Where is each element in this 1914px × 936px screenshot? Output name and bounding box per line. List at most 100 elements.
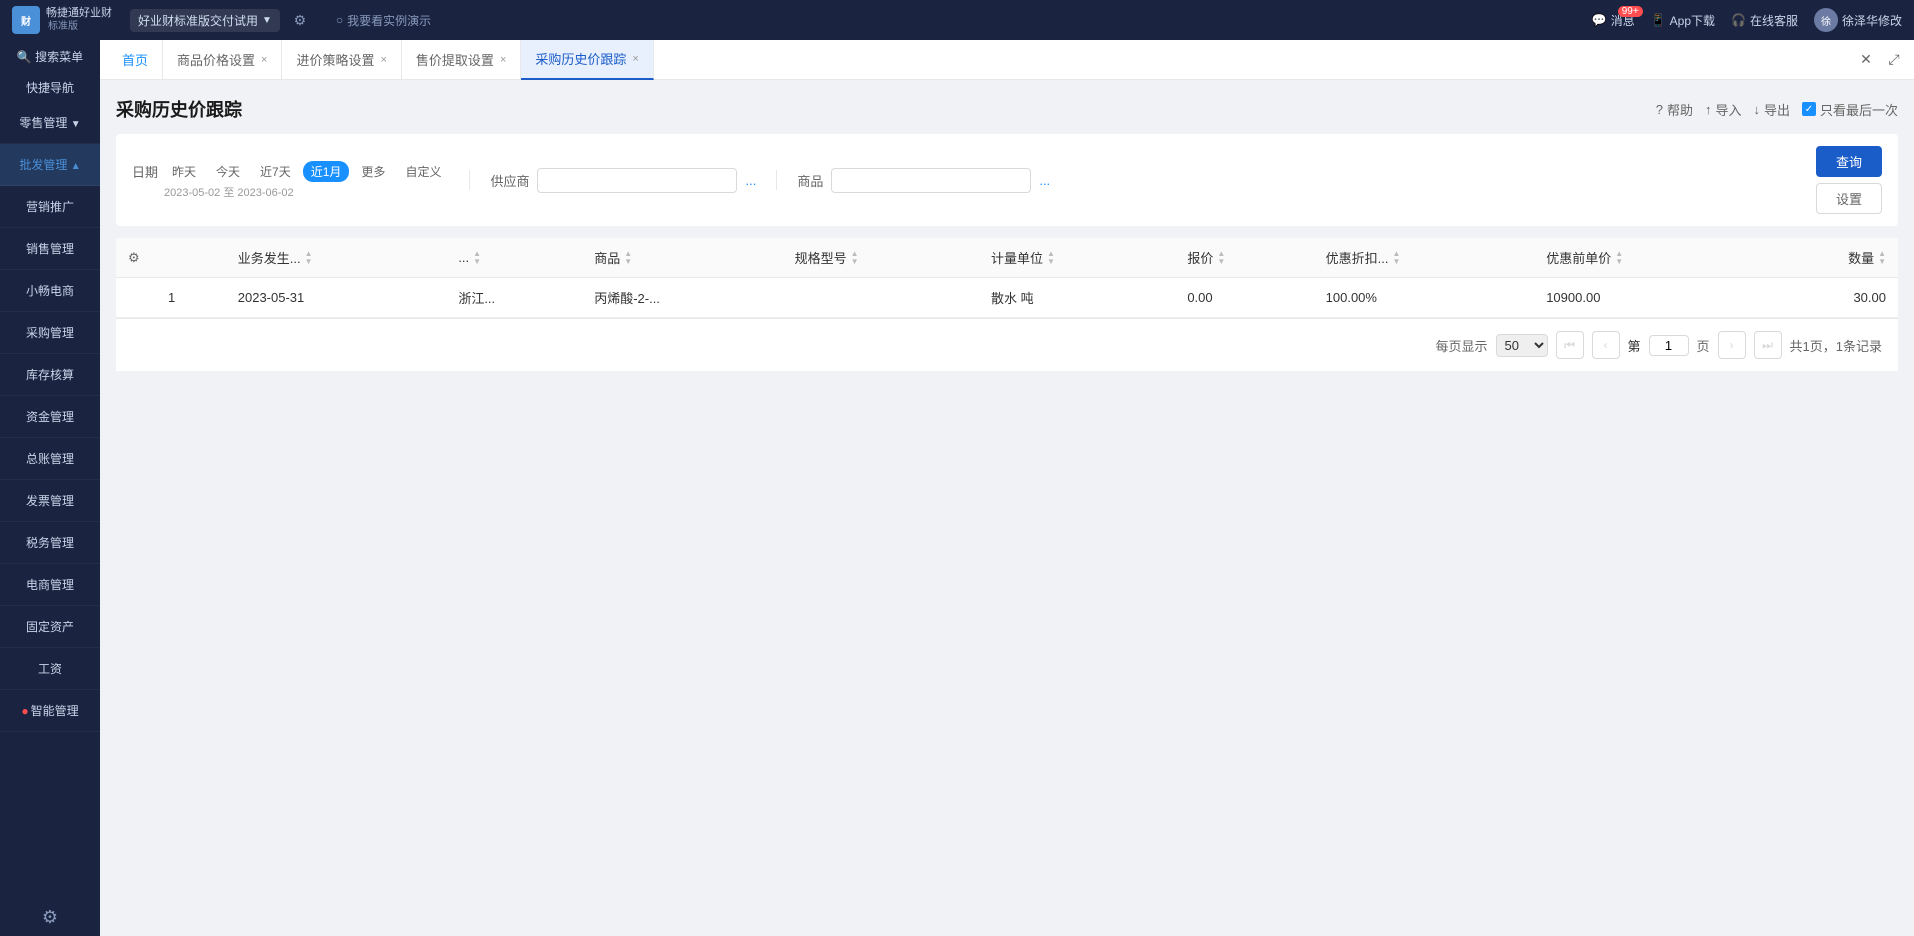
edition-selector[interactable]: 好业财标准版交付试用 ▼	[130, 9, 280, 32]
sidebar-item-finance[interactable]: 资金管理	[0, 396, 100, 438]
first-page-button[interactable]: ⏮	[1556, 331, 1584, 359]
page-number-input[interactable]	[1649, 335, 1689, 356]
td-business-date: 2023-05-31	[226, 278, 447, 318]
app-download-button[interactable]: 📱 App下载	[1651, 12, 1715, 29]
supplier-filter: 供应商 ...	[490, 168, 756, 193]
export-button[interactable]: ↓ 导出	[1753, 100, 1790, 119]
message-icon: 💬	[1592, 13, 1607, 27]
page-header: 采购历史价跟踪 ? 帮助 ↑ 导入 ↓ 导出	[116, 96, 1898, 122]
user-info[interactable]: 徐 徐泽华修改	[1814, 8, 1902, 32]
per-page-select[interactable]: 50 100 200	[1496, 334, 1548, 357]
th-business-date[interactable]: 业务发生... ▲▼	[226, 238, 447, 278]
demo-link[interactable]: ○ 我要看实例演示	[336, 12, 431, 29]
content-area: 首页 商品价格设置 × 进价策略设置 × 售价提取设置 × 采购历史价跟踪 × …	[100, 40, 1914, 936]
td-spec	[783, 278, 979, 318]
last-page-button[interactable]: ⏭	[1754, 331, 1782, 359]
header-left: 财 畅捷通好业财 标准版 好业财标准版交付试用 ▼ ⚙ ○ 我要看实例演示	[12, 6, 431, 34]
tab-home[interactable]: 首页	[108, 40, 163, 80]
date-yesterday[interactable]: 昨天	[164, 161, 204, 182]
tab-close-price-settings[interactable]: ×	[261, 54, 267, 66]
tab-close-selling-price[interactable]: ×	[500, 54, 506, 66]
td-pre-discount-price: 10900.00	[1534, 278, 1759, 318]
sidebar-search[interactable]: 🔍 搜索菜单	[0, 40, 100, 73]
pagination: 每页显示 50 100 200 ⏮ ‹ 第 页 › ⏭ 共1页，1条记录	[116, 318, 1898, 371]
th-discount-label: 优惠折扣...	[1326, 248, 1389, 267]
sidebar-item-invoice[interactable]: 发票管理	[0, 480, 100, 522]
tab-purchase-strategy[interactable]: 进价策略设置 ×	[282, 40, 401, 80]
sidebar-item-sales[interactable]: 销售管理	[0, 228, 100, 270]
edition-settings-icon[interactable]: ⚙	[288, 8, 312, 32]
sidebar-quick-nav[interactable]: 快捷导航	[0, 73, 100, 102]
date-custom[interactable]: 自定义	[397, 161, 449, 182]
next-page-button[interactable]: ›	[1718, 331, 1746, 359]
date-range-text: 2023-05-02 至 2023-06-02	[164, 184, 294, 200]
th-unit[interactable]: 计量单位 ▲▼	[979, 238, 1175, 278]
sidebar-settings-button[interactable]: ⚙	[0, 899, 100, 936]
th-pre-discount-price[interactable]: 优惠前单价 ▲▼	[1534, 238, 1759, 278]
chevron-down-icon: ▼	[262, 15, 272, 26]
query-button[interactable]: 查询	[1816, 146, 1882, 177]
sidebar-item-purchase[interactable]: 采购管理	[0, 312, 100, 354]
sidebar-item-retail[interactable]: 零售管理 ▼	[0, 102, 100, 144]
top-header: 财 畅捷通好业财 标准版 好业财标准版交付试用 ▼ ⚙ ○ 我要看实例演示 💬 …	[0, 0, 1914, 40]
chevron-up-icon: ▲	[71, 161, 81, 172]
sidebar-item-marketing[interactable]: 营销推广	[0, 186, 100, 228]
sidebar-item-intelligent[interactable]: ●智能管理	[0, 690, 100, 732]
tab-close-all-button[interactable]: ✕	[1854, 48, 1878, 72]
sidebar-item-ecommerce[interactable]: 电商管理	[0, 564, 100, 606]
td-price: 0.00	[1175, 278, 1313, 318]
sidebar-item-inventory[interactable]: 库存核算	[0, 354, 100, 396]
tab-expand-button[interactable]: ⤢	[1882, 48, 1906, 72]
tab-close-purchase-history[interactable]: ×	[632, 53, 638, 65]
tab-purchase-history[interactable]: 采购历史价跟踪 ×	[521, 40, 653, 80]
import-button[interactable]: ↑ 导入	[1705, 100, 1742, 119]
td-quantity: 30.00	[1760, 278, 1898, 318]
th-unit-label: 计量单位	[991, 248, 1043, 267]
sidebar-item-salary[interactable]: 工资	[0, 648, 100, 690]
date-1month[interactable]: 近1月	[303, 161, 350, 182]
sidebar-item-ecommerce-small[interactable]: 小畅电商	[0, 270, 100, 312]
import-icon: ↑	[1705, 102, 1712, 117]
sidebar-item-ledger[interactable]: 总账管理	[0, 438, 100, 480]
sidebar-item-wholesale[interactable]: 批发管理 ▲	[0, 144, 100, 186]
date-7days[interactable]: 近7天	[252, 161, 299, 182]
th-discount[interactable]: 优惠折扣... ▲▼	[1314, 238, 1535, 278]
sidebar-item-tax[interactable]: 税务管理	[0, 522, 100, 564]
th-price[interactable]: 报价 ▲▼	[1175, 238, 1313, 278]
filter-row: 日期 昨天 今天 近7天 近1月 更多 自定义 2023-05-02 至 202…	[132, 146, 1882, 214]
app-logo-icon: 财	[12, 6, 40, 34]
date-more[interactable]: 更多	[353, 161, 393, 182]
tab-bar: 首页 商品价格设置 × 进价策略设置 × 售价提取设置 × 采购历史价跟踪 × …	[100, 40, 1914, 80]
data-table: ⚙ 业务发生... ▲▼ ...	[116, 238, 1898, 318]
tab-price-settings[interactable]: 商品价格设置 ×	[163, 40, 282, 80]
sort-icon-quantity: ▲▼	[1878, 250, 1886, 266]
date-today[interactable]: 今天	[208, 161, 248, 182]
th-goods[interactable]: 商品 ▲▼	[582, 238, 782, 278]
th-quantity[interactable]: 数量 ▲▼	[1760, 238, 1898, 278]
column-settings-icon[interactable]: ⚙	[128, 250, 140, 265]
filter-settings-button[interactable]: 设置	[1816, 183, 1882, 214]
only-last-checkbox[interactable]	[1802, 102, 1816, 116]
th-settings[interactable]: ⚙	[116, 238, 156, 278]
goods-more[interactable]: ...	[1039, 173, 1050, 188]
tab-close-purchase-strategy[interactable]: ×	[380, 54, 386, 66]
supplier-more[interactable]: ...	[745, 173, 756, 188]
goods-input[interactable]	[831, 168, 1031, 193]
th-spec[interactable]: 规格型号 ▲▼	[783, 238, 979, 278]
tab-selling-price[interactable]: 售价提取设置 ×	[402, 40, 521, 80]
help-button[interactable]: ? 帮助	[1656, 100, 1693, 119]
sidebar-item-fixed-assets[interactable]: 固定资产	[0, 606, 100, 648]
prev-page-button[interactable]: ‹	[1592, 331, 1620, 359]
page-suffix-label: 页	[1697, 336, 1710, 355]
only-last-toggle[interactable]: 只看最后一次	[1802, 100, 1898, 119]
page-label-text: 第	[1628, 336, 1641, 355]
th-price-label: 报价	[1187, 248, 1213, 267]
supplier-input[interactable]	[537, 168, 737, 193]
online-service-button[interactable]: 🎧 在线客服	[1731, 12, 1798, 29]
table-row: 1 2023-05-31 浙江... 丙烯酸-2-... 散水 吨 0.00 1…	[116, 278, 1898, 318]
th-extra[interactable]: ... ▲▼	[446, 238, 582, 278]
page-content: 采购历史价跟踪 ? 帮助 ↑ 导入 ↓ 导出	[100, 80, 1914, 936]
messages-button[interactable]: 💬 消息 99+	[1592, 12, 1635, 29]
goods-filter: 商品 ...	[797, 168, 1050, 193]
tab-bar-actions: ✕ ⤢	[1854, 48, 1906, 72]
